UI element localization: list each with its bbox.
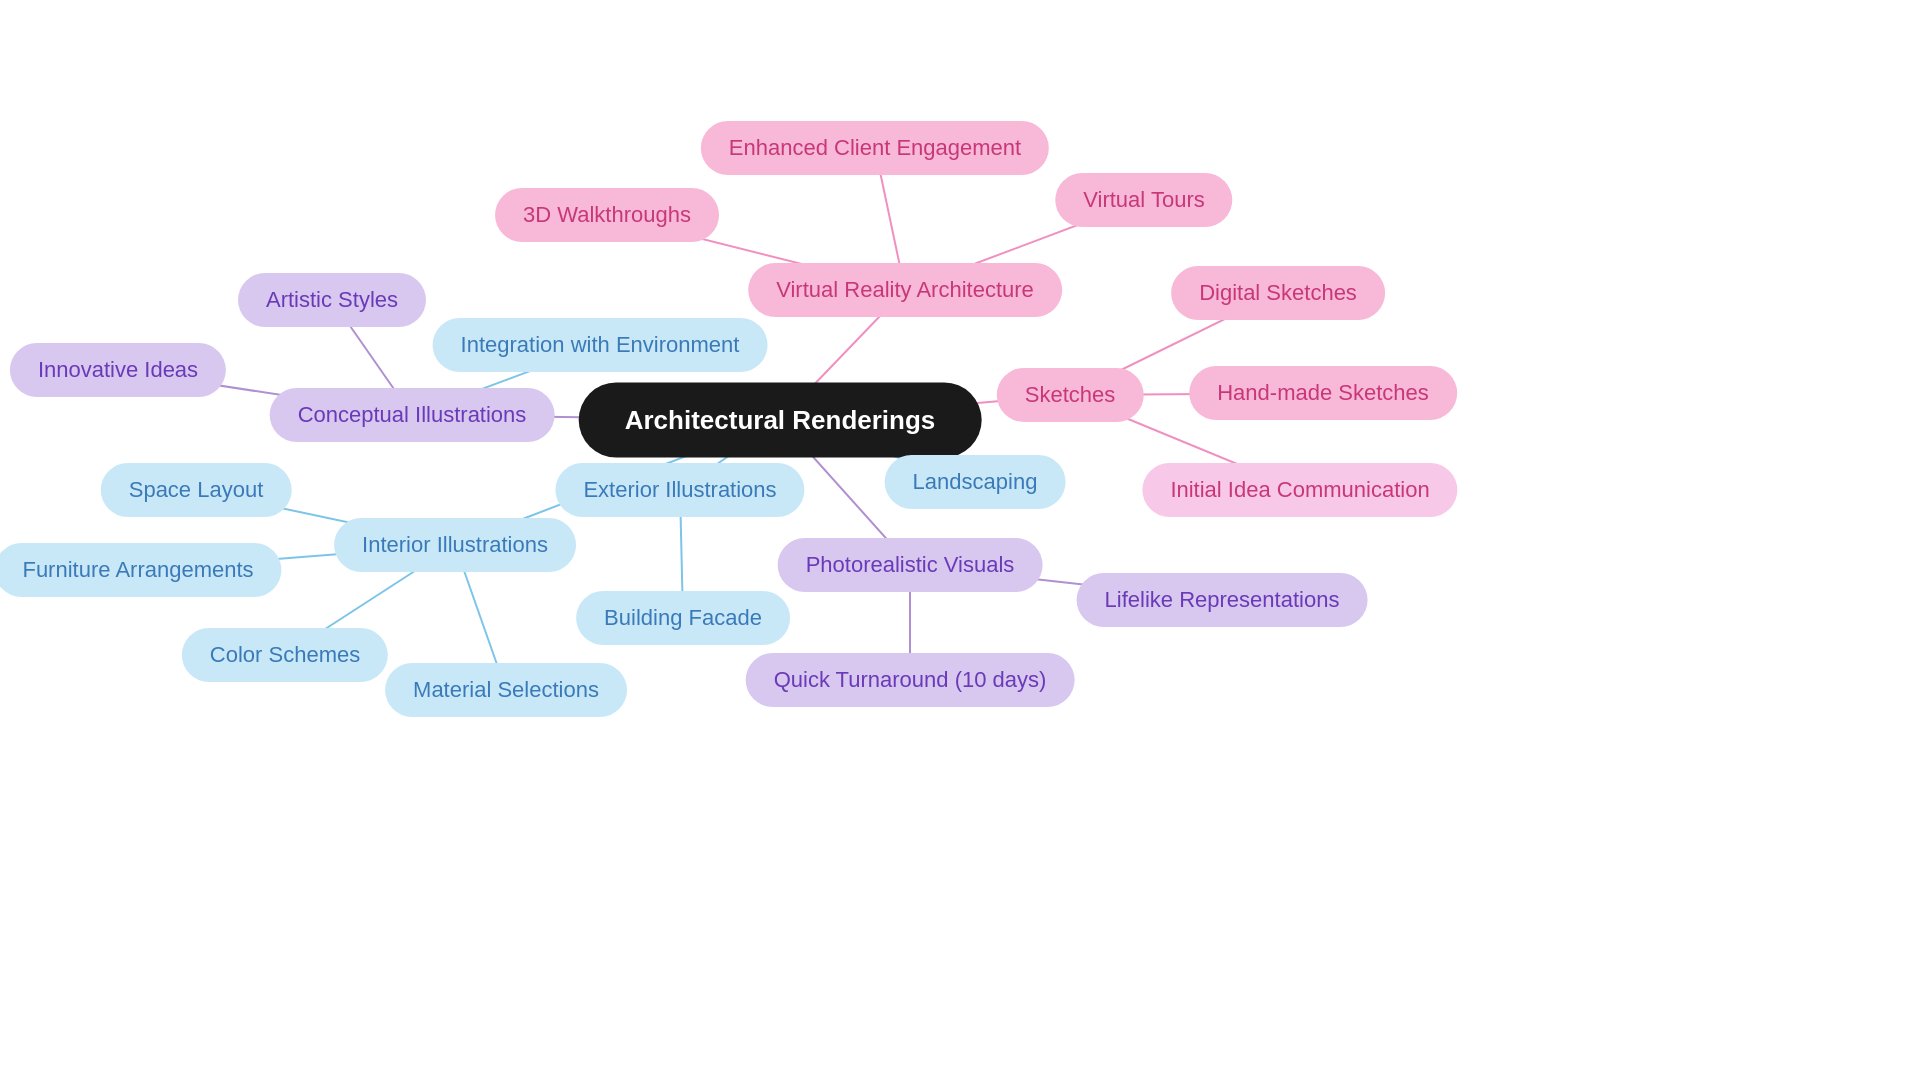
node-space: Space Layout xyxy=(101,463,292,517)
node-enhanced: Enhanced Client Engagement xyxy=(701,121,1049,175)
node-digital: Digital Sketches xyxy=(1171,266,1385,320)
node-landscaping: Landscaping xyxy=(885,455,1066,509)
mind-map-container: Architectural Renderings Conceptual Illus… xyxy=(0,0,1920,1083)
node-sketches: Sketches xyxy=(997,368,1144,422)
node-virtual-tours: Virtual Tours xyxy=(1055,173,1232,227)
node-vr: Virtual Reality Architecture xyxy=(748,263,1062,317)
node-handmade: Hand-made Sketches xyxy=(1189,366,1457,420)
node-innovative: Innovative Ideas xyxy=(10,343,226,397)
node-interior: Interior Illustrations xyxy=(334,518,576,572)
node-conceptual: Conceptual Illustrations xyxy=(270,388,555,442)
node-initial: Initial Idea Communication xyxy=(1142,463,1457,517)
node-photo: Photorealistic Visuals xyxy=(778,538,1043,592)
node-material: Material Selections xyxy=(385,663,627,717)
node-center: Architectural Renderings xyxy=(579,383,982,458)
node-3d: 3D Walkthroughs xyxy=(495,188,719,242)
node-quick: Quick Turnaround (10 days) xyxy=(746,653,1075,707)
node-exterior: Exterior Illustrations xyxy=(555,463,804,517)
node-furniture: Furniture Arrangements xyxy=(0,543,282,597)
node-artistic: Artistic Styles xyxy=(238,273,426,327)
node-facade: Building Facade xyxy=(576,591,790,645)
node-color: Color Schemes xyxy=(182,628,388,682)
node-lifelike: Lifelike Representations xyxy=(1077,573,1368,627)
node-integration: Integration with Environment xyxy=(433,318,768,372)
